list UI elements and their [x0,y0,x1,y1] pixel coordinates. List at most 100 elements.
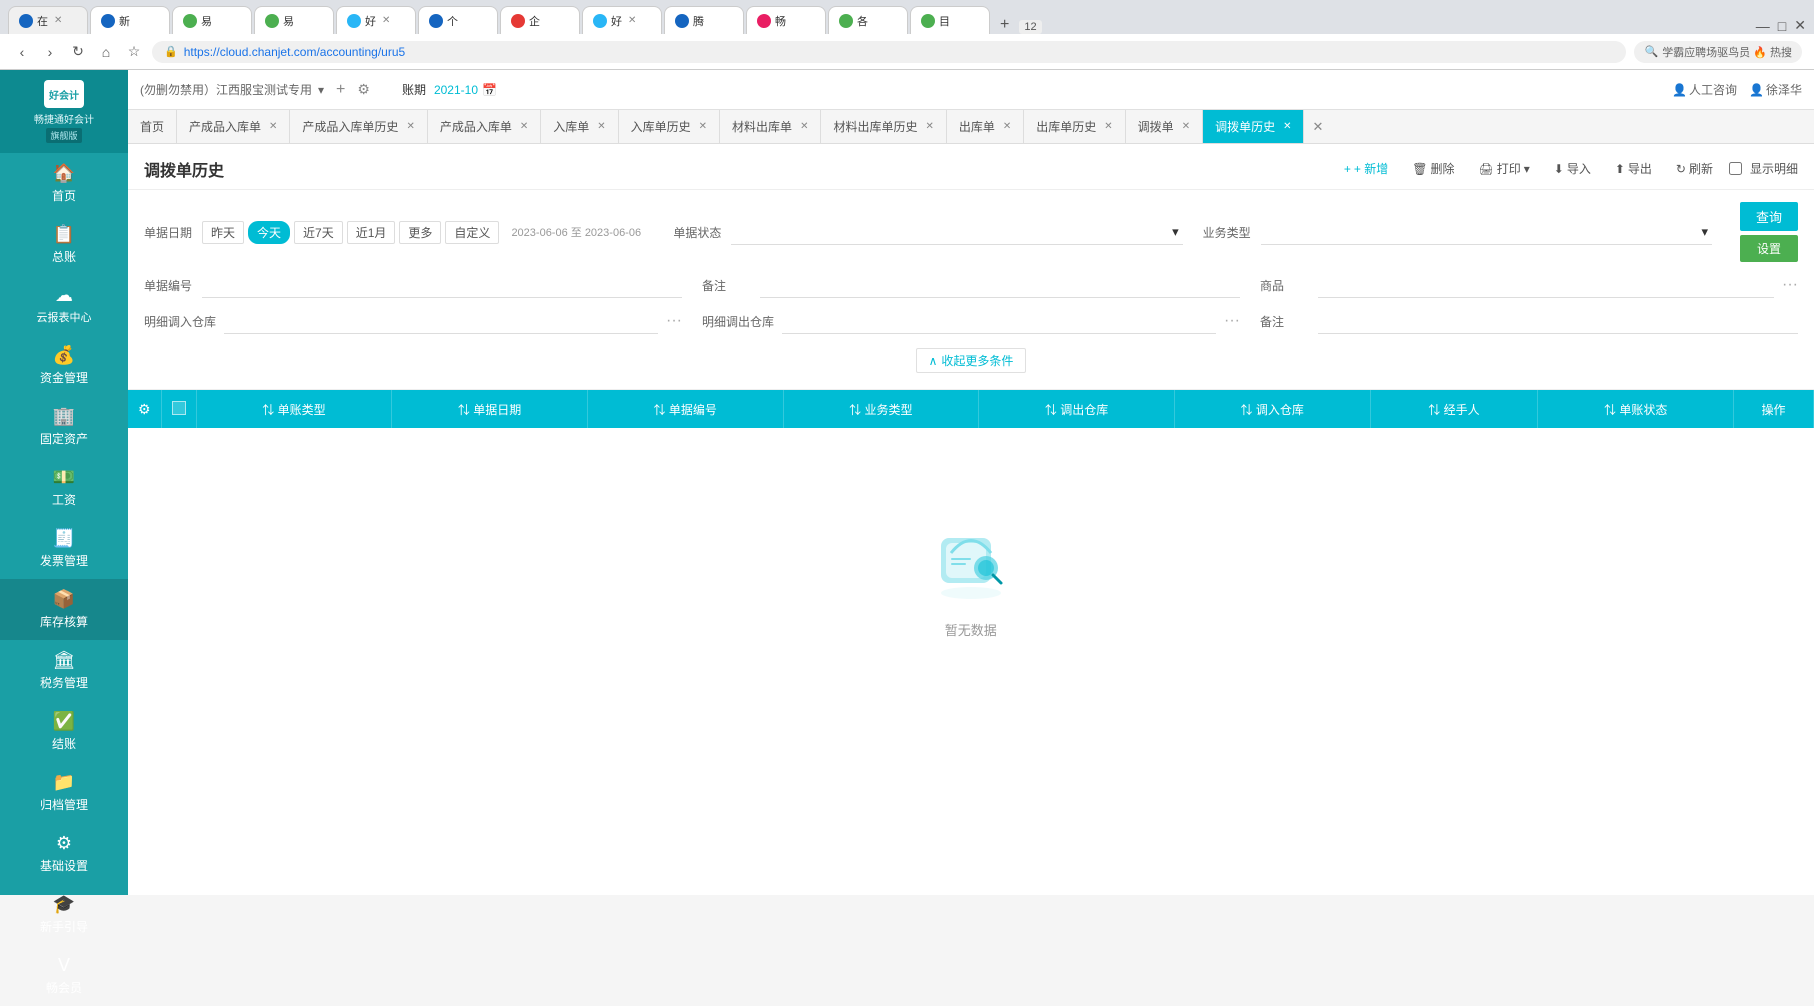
bookmark-button[interactable]: ☆ [124,42,144,62]
th-in-warehouse[interactable]: ⇅ 调入仓库 [1174,390,1370,428]
browser-tab-0[interactable]: 在 ✕ [8,6,88,34]
date-yesterday[interactable]: 昨天 [202,221,244,244]
detail-remark-input[interactable] [1318,308,1798,334]
sidebar-item-ledger[interactable]: 📋 总账 [0,214,128,275]
ctab-product-stock2[interactable]: 产成品入库单 ✕ [428,110,541,144]
minimize-button[interactable]: — [1756,18,1770,34]
th-doc-type[interactable]: ⇅ 单账类型 [196,390,392,428]
browser-tab-4[interactable]: 好 ✕ [336,6,416,34]
ctab-stock-out-history[interactable]: 出库单历史 ✕ [1024,110,1125,144]
sidebar-item-assets[interactable]: 🏢 固定资产 [0,396,128,457]
home-button[interactable]: ⌂ [96,42,116,62]
business-type-select[interactable]: ▾ [1261,219,1712,245]
ctab-stock-in[interactable]: 入库单 ✕ [541,110,618,144]
browser-tab-9[interactable]: 畅 [746,6,826,34]
detail-in-input[interactable] [224,308,658,334]
display-toggle[interactable]: 显示明细 [1729,160,1798,177]
ctab-close-icon[interactable]: ✕ [699,121,707,132]
ctab-stock-out[interactable]: 出库单 ✕ [947,110,1024,144]
date-custom[interactable]: 自定义 [445,221,499,244]
customer-service-button[interactable]: 👤 人工咨询 [1672,81,1737,98]
browser-tab-6[interactable]: 企 [500,6,580,34]
detail-out-more-icon[interactable]: ··· [1224,312,1240,330]
ctab-close-icon[interactable]: ✕ [1104,121,1112,132]
print-button[interactable]: 🖨 打印 ▾ [1470,156,1537,181]
sidebar-item-home[interactable]: 🏠 首页 [0,153,128,214]
browser-tab-10[interactable]: 各 [828,6,908,34]
ctab-close-icon[interactable]: ✕ [269,121,277,132]
query-button[interactable]: 查询 [1740,202,1798,231]
ctab-product-stock[interactable]: 产成品入库单 ✕ [177,110,290,144]
th-out-warehouse[interactable]: ⇅ 调出仓库 [979,390,1175,428]
new-button[interactable]: + + 新增 [1336,156,1396,181]
th-biz-type[interactable]: ⇅ 业务类型 [783,390,979,428]
company-settings-button[interactable]: ⚙ [357,81,370,98]
sidebar-item-settings[interactable]: ⚙ 基础设置 [0,823,128,884]
maximize-button[interactable]: □ [1778,18,1786,34]
detail-out-input[interactable] [782,308,1216,334]
ctab-material-out[interactable]: 材料出库单 ✕ [720,110,821,144]
sidebar-item-tax[interactable]: 🏛 税务管理 [0,640,128,701]
ctab-transfer[interactable]: 调拨单 ✕ [1126,110,1203,144]
forward-button[interactable]: › [40,42,60,62]
th-doc-status[interactable]: ⇅ 单账状态 [1538,390,1734,428]
ctab-close-icon[interactable]: ✕ [1283,121,1291,132]
refresh-button[interactable]: ↻ 刷新 [1668,156,1721,181]
browser-tab-8[interactable]: 腾 [664,6,744,34]
browser-tab-11[interactable]: 目 [910,6,990,34]
settings-filter-button[interactable]: 设置 [1740,235,1798,262]
delete-button[interactable]: 🗑 删除 [1404,156,1462,181]
sidebar-item-settlement[interactable]: ✅ 结账 [0,701,128,762]
browser-tab-3[interactable]: 易 [254,6,334,34]
sidebar-item-invoice[interactable]: 🧾 发票管理 [0,518,128,579]
ctab-close-icon[interactable]: ✕ [925,121,933,132]
th-handler[interactable]: ⇅ 经手人 [1370,390,1538,428]
remark-input[interactable] [760,272,1240,298]
th-doc-no[interactable]: ⇅ 单据编号 [587,390,783,428]
display-toggle-checkbox[interactable] [1729,162,1742,175]
goods-input[interactable] [1318,272,1774,298]
search-bar[interactable]: 🔍 学霸应聘场驱鸟员 🔥 热搜 [1634,41,1802,63]
th-checkbox[interactable] [161,390,196,428]
th-gear[interactable]: ⚙ [128,390,161,428]
ctab-home[interactable]: 首页 [128,110,177,144]
ctab-close-icon[interactable]: ✕ [406,121,414,132]
status-select[interactable]: ▾ [731,219,1182,245]
refresh-browser-button[interactable]: ↻ [68,42,88,62]
ctab-close-icon[interactable]: ✕ [1182,121,1190,132]
sidebar-item-archive[interactable]: 📁 归档管理 [0,762,128,823]
new-tab-button[interactable]: + [992,16,1017,34]
company-selector[interactable]: (勿删勿禁用）江西服宝测试专用 ▾ [140,81,324,98]
close-all-tabs[interactable]: ✕ [1304,119,1331,135]
date-1month[interactable]: 近1月 [347,221,396,244]
date-7days[interactable]: 近7天 [294,221,343,244]
calendar-icon[interactable]: 📅 [482,83,497,97]
date-more[interactable]: 更多 [399,221,441,244]
ctab-close-icon[interactable]: ✕ [597,121,605,132]
doc-no-input[interactable] [202,272,682,298]
sidebar-item-guide[interactable]: 🎓 新手引导 [0,884,128,945]
ctab-close-icon[interactable]: ✕ [1003,121,1011,132]
ctab-product-stock-history[interactable]: 产成品入库单历史 ✕ [290,110,427,144]
ctab-stock-in-history[interactable]: 入库单历史 ✕ [619,110,720,144]
user-avatar[interactable]: 👤 徐泽华 [1749,81,1802,98]
sidebar-item-funds[interactable]: 💰 资金管理 [0,335,128,396]
th-doc-date[interactable]: ⇅ 单据日期 [392,390,588,428]
ctab-close-icon[interactable]: ✕ [800,121,808,132]
sidebar-item-reports[interactable]: ☁ 云报表中心 [0,275,128,335]
browser-tab-7[interactable]: 好 ✕ [582,6,662,34]
ctab-transfer-history[interactable]: 调拨单历史 ✕ [1203,110,1304,144]
import-button[interactable]: ⬇ 导入 [1546,156,1599,181]
sidebar-item-salary[interactable]: 💵 工资 [0,457,128,518]
export-button[interactable]: ⬆ 导出 [1607,156,1660,181]
sidebar-item-member[interactable]: V 畅会员 [0,945,128,1006]
browser-tab-5[interactable]: 个 [418,6,498,34]
ctab-close-icon[interactable]: ✕ [520,121,528,132]
detail-in-more-icon[interactable]: ··· [666,312,682,330]
add-company-button[interactable]: + [336,81,345,99]
date-today[interactable]: 今天 [248,221,290,244]
sidebar-item-inventory[interactable]: 📦 库存核算 [0,579,128,640]
collapse-button[interactable]: ∧ 收起更多条件 [916,348,1027,373]
back-button[interactable]: ‹ [12,42,32,62]
ctab-material-out-history[interactable]: 材料出库单历史 ✕ [821,110,946,144]
